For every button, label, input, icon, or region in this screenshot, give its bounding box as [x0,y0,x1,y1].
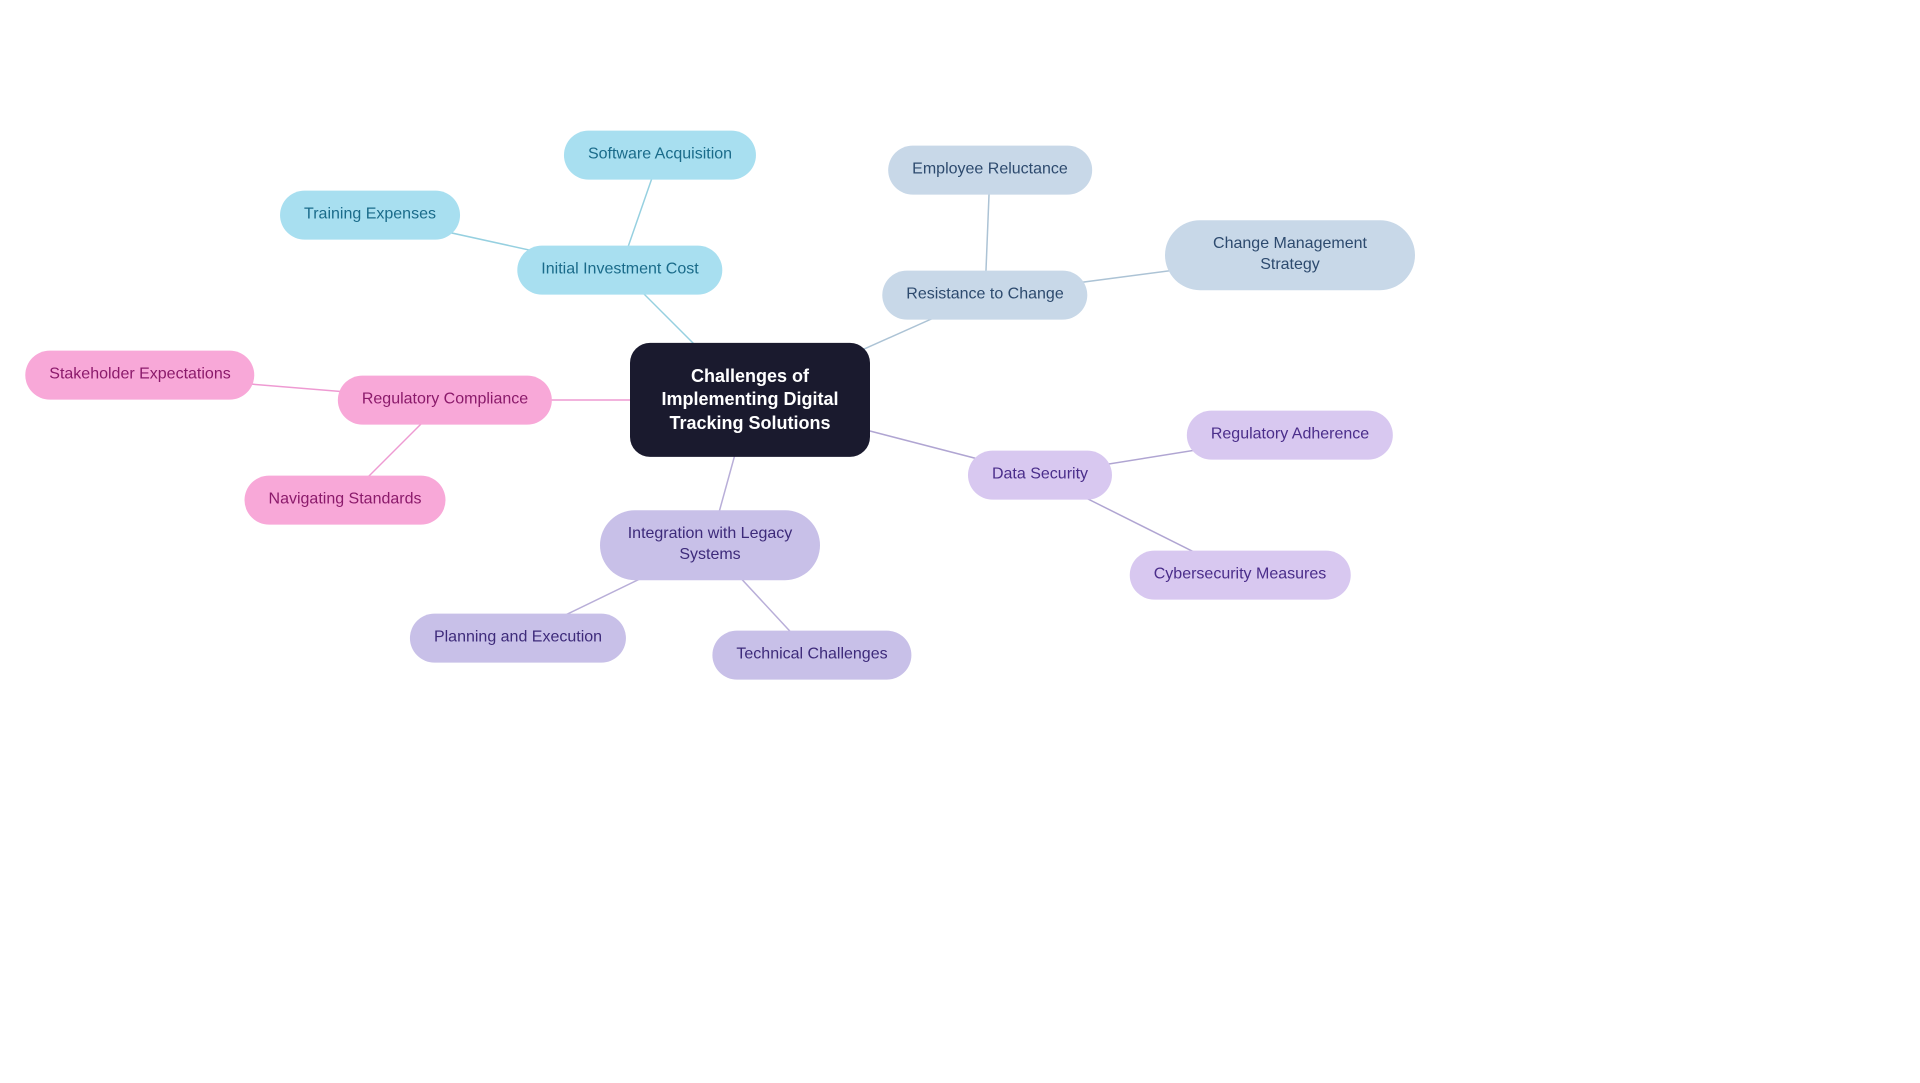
node-regulatoryCompliance: Regulatory Compliance [338,376,552,425]
node-trainingExpenses: Training Expenses [280,191,460,240]
mindmap-canvas: Challenges of Implementing Digital Track… [0,0,1920,1083]
node-regulatoryAdherence: Regulatory Adherence [1187,411,1393,460]
node-initialInvestment: Initial Investment Cost [517,246,722,295]
node-navigatingStandards: Navigating Standards [245,476,446,525]
node-changeManagement: Change Management Strategy [1165,220,1415,290]
node-technicalChallenges: Technical Challenges [712,631,911,680]
node-resistanceToChange: Resistance to Change [882,271,1087,320]
node-employeeReluctance: Employee Reluctance [888,146,1092,195]
node-stakeholderExpectations: Stakeholder Expectations [25,351,254,400]
node-integrationLegacy: Integration with Legacy Systems [600,510,820,580]
node-softwareAcquisition: Software Acquisition [564,131,756,180]
node-cybersecurityMeasures: Cybersecurity Measures [1130,551,1351,600]
node-planningExecution: Planning and Execution [410,614,626,663]
node-dataSecurity: Data Security [968,451,1112,500]
node-center: Challenges of Implementing Digital Track… [630,343,870,457]
